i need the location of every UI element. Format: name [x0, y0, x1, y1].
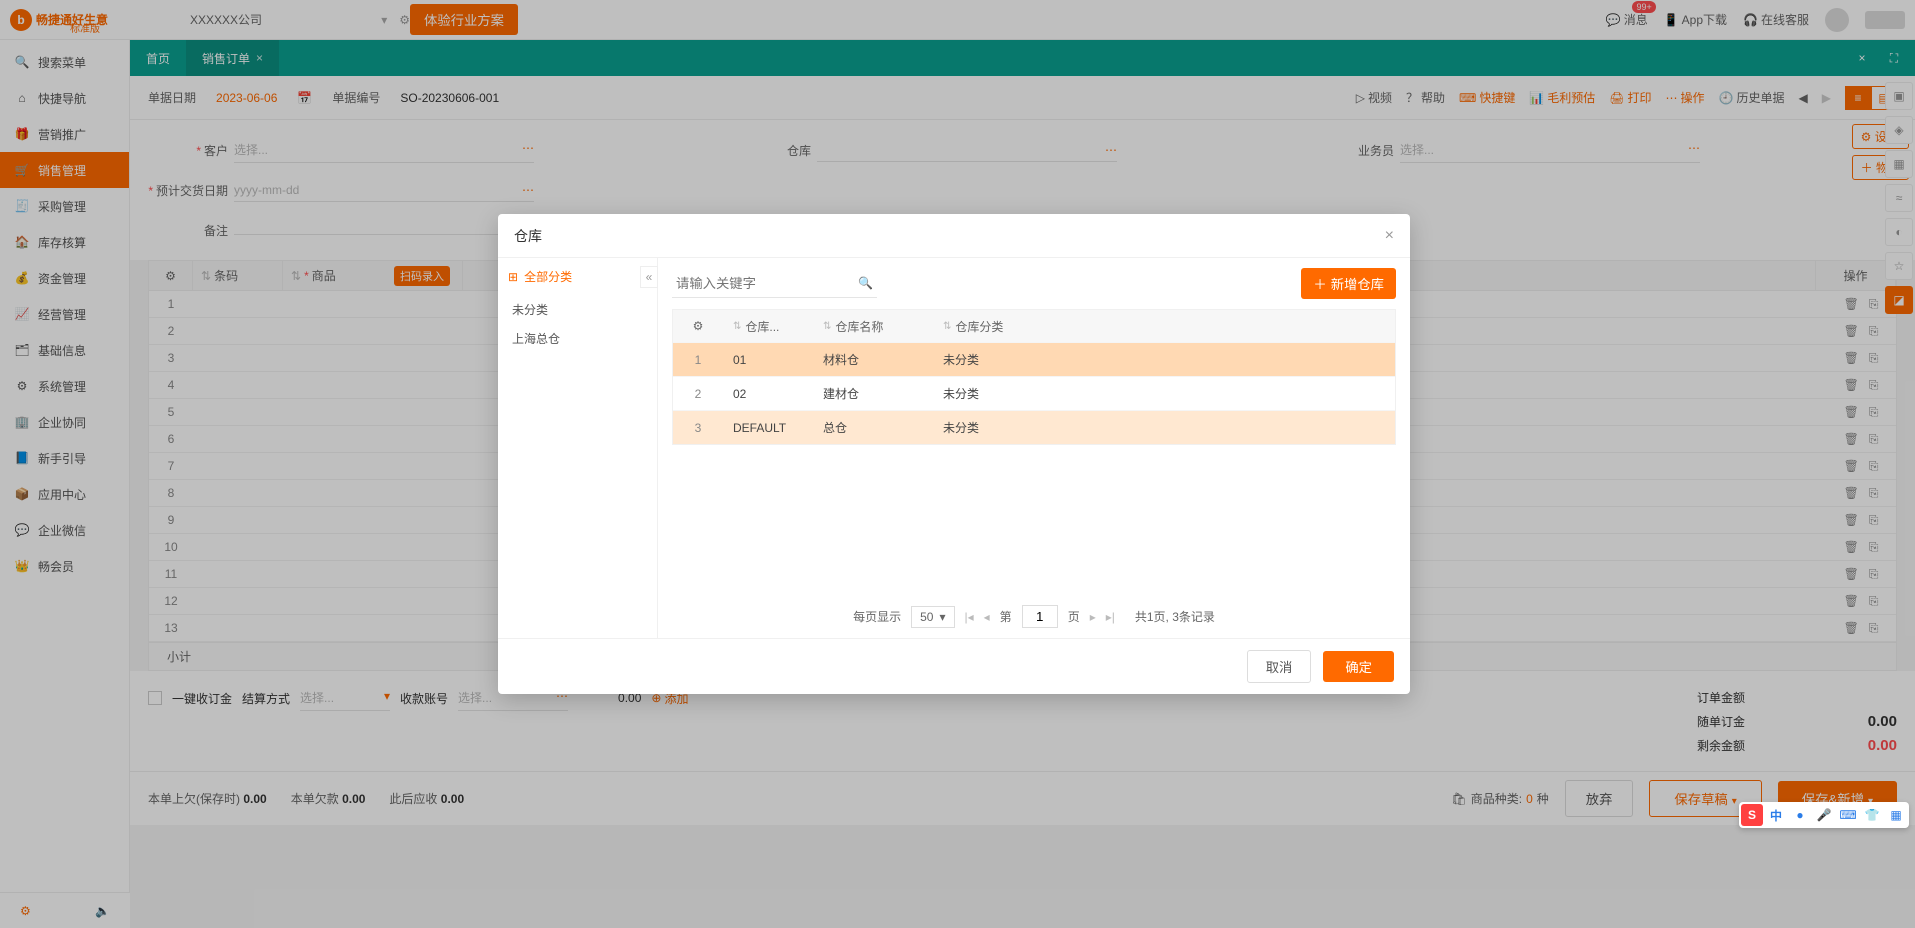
modal-title: 仓库 [514, 226, 542, 246]
category-item[interactable]: 上海总仓 [508, 324, 647, 353]
search-input[interactable] [672, 270, 877, 298]
ime-skin-icon[interactable]: 👕 [1861, 804, 1883, 826]
first-page-icon[interactable]: |◂ [965, 610, 974, 624]
modal-close-icon[interactable]: × [1385, 227, 1394, 245]
add-warehouse-button[interactable]: ＋ 新增仓库 [1301, 268, 1396, 299]
warehouse-row[interactable]: 3DEFAULT总仓未分类 [673, 410, 1395, 444]
pagination: 每页显示 50 ▾ |◂ ◂ 第 页 ▸ ▸| 共1页, 3条记录 [672, 591, 1396, 628]
search-icon[interactable]: 🔍 [858, 276, 873, 290]
ime-lang-icon[interactable]: 中 [1765, 804, 1787, 826]
prev-page-icon[interactable]: ◂ [984, 610, 990, 624]
page-total: 共1页, 3条记录 [1135, 608, 1215, 625]
ok-button[interactable]: 确定 [1323, 651, 1394, 682]
ime-keyboard-icon[interactable]: ⌨ [1837, 804, 1859, 826]
cancel-button[interactable]: 取消 [1247, 650, 1312, 683]
perpage-label: 每页显示 [853, 608, 901, 625]
warehouse-modal: 仓库 × ⊞ 全部分类 未分类上海总仓 « 🔍 ＋ 新增仓库 [498, 214, 1410, 694]
collapse-pane-icon[interactable]: « [640, 266, 658, 288]
col-wh-code[interactable]: 仓库... [723, 318, 813, 335]
perpage-select[interactable]: 50 ▾ [911, 606, 954, 628]
table-gear-icon[interactable]: ⚙ [673, 319, 723, 333]
ime-punct-icon[interactable]: ● [1789, 804, 1811, 826]
next-page-icon[interactable]: ▸ [1090, 610, 1096, 624]
col-wh-cat[interactable]: 仓库分类 [933, 318, 1395, 335]
warehouse-table: ⚙ 仓库... 仓库名称 仓库分类 101材料仓未分类202建材仓未分类3DEF… [672, 309, 1396, 445]
ime-toolbar[interactable]: S 中 ● 🎤 ⌨ 👕 ▦ [1739, 802, 1909, 828]
category-item[interactable]: 未分类 [508, 295, 647, 324]
warehouse-row[interactable]: 101材料仓未分类 [673, 342, 1395, 376]
col-wh-name[interactable]: 仓库名称 [813, 318, 933, 335]
ime-menu-icon[interactable]: ▦ [1885, 804, 1907, 826]
page-input[interactable] [1022, 605, 1058, 628]
ime-mic-icon[interactable]: 🎤 [1813, 804, 1835, 826]
last-page-icon[interactable]: ▸| [1106, 610, 1115, 624]
category-pane: ⊞ 全部分类 未分类上海总仓 « [498, 258, 658, 638]
category-all[interactable]: ⊞ 全部分类 [508, 268, 647, 285]
warehouse-row[interactable]: 202建材仓未分类 [673, 376, 1395, 410]
ime-logo-icon: S [1741, 804, 1763, 826]
